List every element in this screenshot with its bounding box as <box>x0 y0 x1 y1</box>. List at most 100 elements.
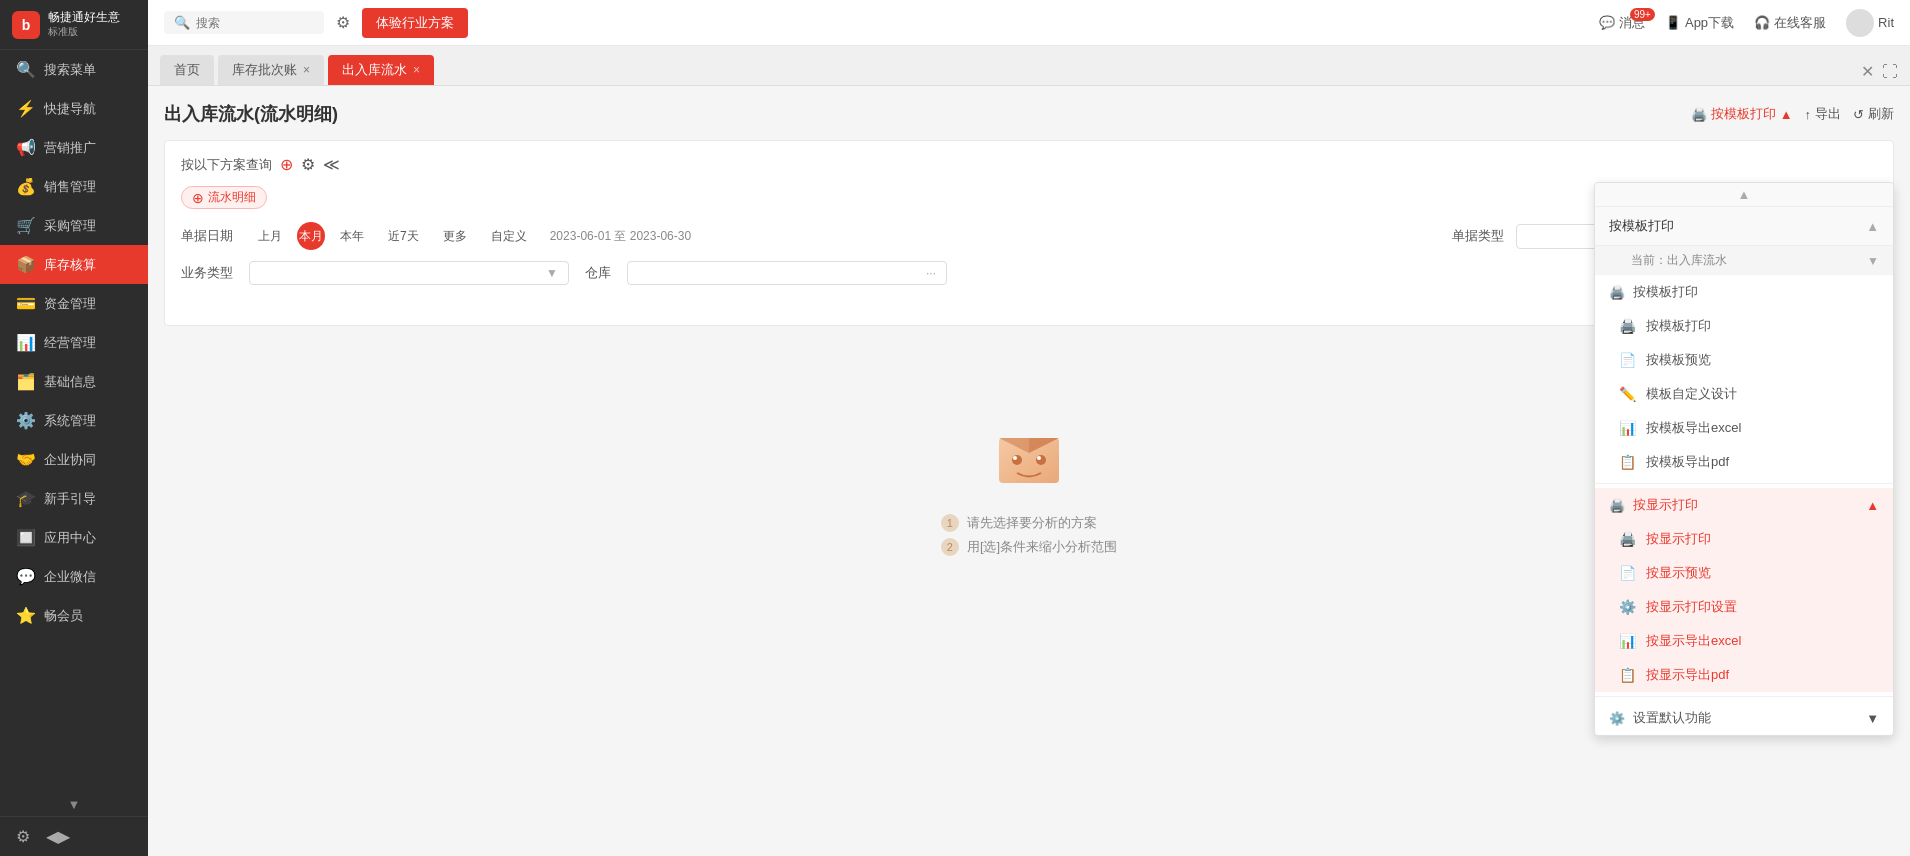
page-title: 出入库流水(流水明细) <box>164 102 338 126</box>
template-customize-item[interactable]: ✏️ 模板自定义设计 <box>1595 377 1893 411</box>
display-print-icon: 🖨️ <box>1609 498 1625 513</box>
template-print-item[interactable]: 🖨️ 按模板打印 <box>1595 309 1893 343</box>
logo-icon: b <box>12 11 40 39</box>
display-print-settings-item[interactable]: ⚙️ 按显示打印设置 <box>1595 590 1893 624</box>
tab-batch[interactable]: 库存批次账 × <box>218 55 324 85</box>
date-opt-7days[interactable]: 近7天 <box>379 224 428 249</box>
scroll-up-icon[interactable]: ▲ <box>1738 187 1751 202</box>
tab-home[interactable]: 首页 <box>160 55 214 85</box>
date-opt-custom[interactable]: 自定义 <box>482 224 536 249</box>
sidebar-scroll-down[interactable]: ▼ <box>0 793 148 816</box>
refresh-btn[interactable]: ↺ 刷新 <box>1853 105 1894 123</box>
tab-flow-close[interactable]: × <box>413 63 420 77</box>
display-pdf-di-icon: 📋 <box>1619 667 1636 683</box>
add-filter-icon[interactable]: ⊕ <box>280 155 293 174</box>
settings-filter-icon[interactable]: ⚙ <box>301 155 315 174</box>
sidebar-item-search[interactable]: 🔍 搜索菜单 <box>0 50 148 89</box>
template-preview-label: 按模板预览 <box>1646 351 1711 369</box>
flash-icon: ⚡ <box>16 99 36 118</box>
sidebar-item-purchase[interactable]: 🛒 采购管理 <box>0 206 148 245</box>
set-default-section-header[interactable]: ⚙️ 设置默认功能 ▼ <box>1595 701 1893 735</box>
online-service-item[interactable]: 🎧 在线客服 <box>1754 14 1826 32</box>
sidebar-item-member[interactable]: ⭐ 畅会员 <box>0 596 148 635</box>
display-print-label: 按显示打印 <box>1646 530 1711 548</box>
date-opt-this-year[interactable]: 本年 <box>331 224 373 249</box>
settings-bottom-icon[interactable]: ⚙ <box>16 827 30 846</box>
sidebar-item-marketing[interactable]: 📢 营销推广 <box>0 128 148 167</box>
empty-illustration <box>979 398 1079 498</box>
warehouse-select[interactable]: ··· <box>627 261 947 285</box>
date-label: 单据日期 <box>181 227 233 245</box>
sidebar-item-guide[interactable]: 🎓 新手引导 <box>0 479 148 518</box>
tab-close-window-btn[interactable]: ✕ <box>1861 62 1874 81</box>
pdf-di-icon: 📋 <box>1619 454 1636 470</box>
sidebar-item-label: 营销推广 <box>44 139 96 157</box>
sidebar-item-wechat[interactable]: 💬 企业微信 <box>0 557 148 596</box>
sidebar-item-finance[interactable]: 💳 资金管理 <box>0 284 148 323</box>
message-item[interactable]: 💬 消息 99+ <box>1599 14 1645 32</box>
empty-hint-2: 2 用[选]条件来缩小分析范围 <box>941 538 1117 556</box>
current-indicator: 当前：出入库流水 ▼ <box>1595 246 1893 275</box>
template-export-excel-item[interactable]: 📊 按模板导出excel <box>1595 411 1893 445</box>
dropdown-collapse-icon[interactable]: ▲ <box>1866 219 1879 234</box>
app-download-item[interactable]: 📱 App下载 <box>1665 14 1734 32</box>
tab-home-label: 首页 <box>174 61 200 79</box>
tab-batch-close[interactable]: × <box>303 63 310 77</box>
user-name: Rit <box>1878 15 1894 30</box>
display-export-excel-label: 按显示导出excel <box>1646 632 1741 650</box>
user-avatar-item[interactable]: Rit <box>1846 9 1894 37</box>
sidebar-item-sales[interactable]: 💰 销售管理 <box>0 167 148 206</box>
filter-header: 按以下方案查询 ⊕ ⚙ ≪ <box>181 155 1877 174</box>
date-opt-this-month[interactable]: 本月 <box>297 222 325 250</box>
template-print-icon: 🖨️ <box>1609 285 1625 300</box>
display-preview-item[interactable]: 📄 按显示预览 <box>1595 556 1893 590</box>
warehouse-label: 仓库 <box>585 264 611 282</box>
sidebar-item-collab[interactable]: 🤝 企业协同 <box>0 440 148 479</box>
svg-point-6 <box>1037 456 1041 460</box>
tab-maximize-btn[interactable]: ⛶ <box>1882 63 1898 81</box>
sidebar-item-basic[interactable]: 🗂️ 基础信息 <box>0 362 148 401</box>
sidebar-item-label: 系统管理 <box>44 412 96 430</box>
tabbar-controls: ✕ ⛶ <box>1861 62 1898 85</box>
sidebar-item-system[interactable]: ⚙️ 系统管理 <box>0 401 148 440</box>
current-arrow-icon: ▼ <box>1867 254 1879 268</box>
collapse-icon[interactable]: ◀▶ <box>46 827 70 846</box>
display-print-item[interactable]: 🖨️ 按显示打印 <box>1595 522 1893 556</box>
collab-icon: 🤝 <box>16 450 36 469</box>
display-export-excel-item[interactable]: 📊 按显示导出excel <box>1595 624 1893 658</box>
date-opt-last-month[interactable]: 上月 <box>249 224 291 249</box>
sidebar-item-inventory[interactable]: 📦 库存核算 <box>0 245 148 284</box>
print-template-btn[interactable]: 🖨️ 按模板打印 ▲ <box>1691 105 1793 123</box>
set-default-arrow: ▼ <box>1866 711 1879 726</box>
dropdown-divider <box>1595 483 1893 484</box>
display-print-section-header[interactable]: 🖨️ 按显示打印 ▲ <box>1595 488 1893 522</box>
sidebar-item-label: 经营管理 <box>44 334 96 352</box>
sidebar-item-operations[interactable]: 📊 经营管理 <box>0 323 148 362</box>
page-actions: 🖨️ 按模板打印 ▲ ↑ 导出 ↺ 刷新 <box>1691 105 1894 123</box>
gear-icon[interactable]: ⚙ <box>336 13 350 32</box>
trial-button[interactable]: 体验行业方案 <box>362 8 468 38</box>
date-opt-more[interactable]: 更多 <box>434 224 476 249</box>
sidebar-item-apps[interactable]: 🔲 应用中心 <box>0 518 148 557</box>
template-print-section-label: 按模板打印 <box>1633 283 1879 301</box>
print-icon: 🖨️ <box>1691 107 1707 122</box>
sidebar-item-label: 应用中心 <box>44 529 96 547</box>
chevron-up-icon: ▲ <box>1780 107 1793 122</box>
template-print-section-header[interactable]: 🖨️ 按模板打印 <box>1595 275 1893 309</box>
topbar-search-box[interactable]: 🔍 <box>164 11 324 34</box>
template-export-pdf-item[interactable]: 📋 按模板导出pdf <box>1595 445 1893 479</box>
display-preview-label: 按显示预览 <box>1646 564 1711 582</box>
search-input[interactable] <box>196 16 296 30</box>
display-export-pdf-item[interactable]: 📋 按显示导出pdf <box>1595 658 1893 692</box>
tag-icon: ⊕ <box>192 190 204 206</box>
template-preview-item[interactable]: 📄 按模板预览 <box>1595 343 1893 377</box>
set-default-label: 设置默认功能 <box>1633 709 1866 727</box>
collapse-filter-icon[interactable]: ≪ <box>323 155 340 174</box>
guide-icon: 🎓 <box>16 489 36 508</box>
biz-type-select[interactable]: ▼ <box>249 261 569 285</box>
tab-flow[interactable]: 出入库流水 × <box>328 55 434 85</box>
empty-hints: 1 请先选择要分析的方案 2 用[选]条件来缩小分析范围 <box>941 514 1117 562</box>
sidebar-item-shortcut[interactable]: ⚡ 快捷导航 <box>0 89 148 128</box>
export-btn[interactable]: ↑ 导出 <box>1805 105 1842 123</box>
filter-tag-item[interactable]: ⊕ 流水明细 <box>181 186 267 209</box>
